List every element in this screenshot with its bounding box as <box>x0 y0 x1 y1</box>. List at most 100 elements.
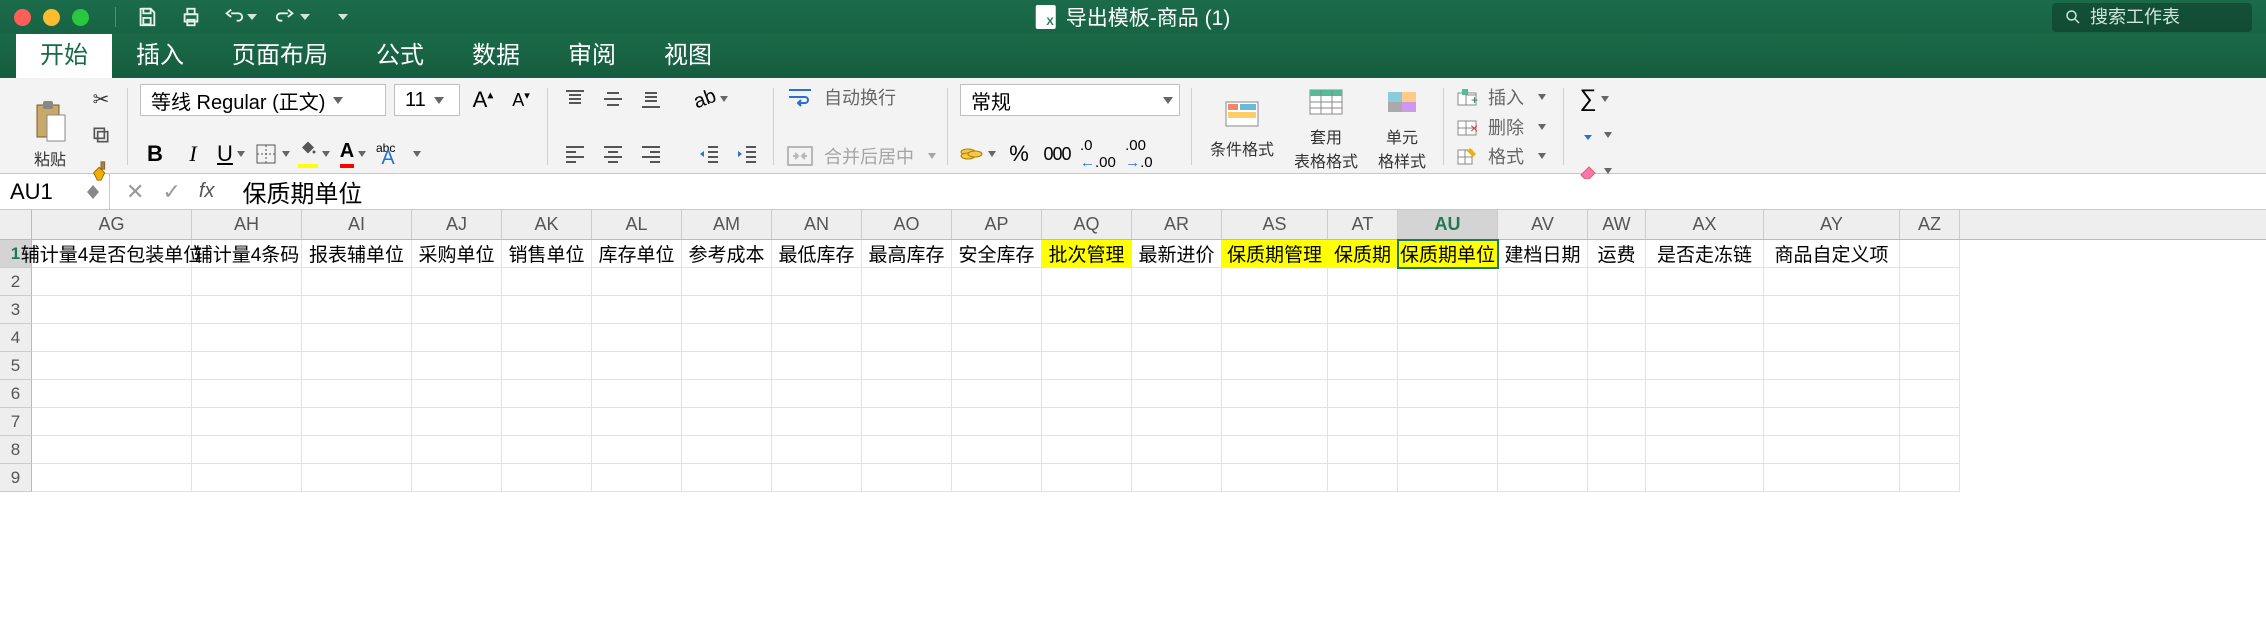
cell[interactable]: 报表辅单位 <box>302 240 412 268</box>
cell[interactable] <box>1222 324 1328 352</box>
cell[interactable] <box>32 296 192 324</box>
cell[interactable]: 最新进价 <box>1132 240 1222 268</box>
cell[interactable] <box>302 324 412 352</box>
undo-button[interactable] <box>222 4 257 30</box>
cell[interactable] <box>1764 324 1900 352</box>
cell[interactable] <box>952 436 1042 464</box>
cell[interactable] <box>1398 352 1498 380</box>
column-header-AS[interactable]: AS <box>1222 210 1328 239</box>
cell[interactable] <box>1646 436 1764 464</box>
column-header-AL[interactable]: AL <box>592 210 682 239</box>
decrease-indent-button[interactable] <box>694 139 724 169</box>
tab-formulas[interactable]: 公式 <box>352 28 448 78</box>
increase-indent-button[interactable] <box>732 139 762 169</box>
cell[interactable] <box>1222 268 1328 296</box>
cell[interactable] <box>1900 464 1960 492</box>
cell[interactable] <box>772 464 862 492</box>
clear-button[interactable] <box>1576 156 1612 186</box>
tab-insert[interactable]: 插入 <box>112 28 208 78</box>
cut-button[interactable]: ✂ <box>86 84 116 114</box>
cell[interactable] <box>1588 296 1646 324</box>
cell[interactable]: 商品自定义项 <box>1764 240 1900 268</box>
cell[interactable] <box>412 296 502 324</box>
cell[interactable]: 建档日期 <box>1498 240 1588 268</box>
cell[interactable] <box>952 296 1042 324</box>
cell[interactable] <box>952 324 1042 352</box>
cell[interactable] <box>502 324 592 352</box>
search-input[interactable] <box>2090 7 2240 28</box>
increase-decimal-button[interactable]: .0←.00 <box>1080 139 1116 169</box>
cell[interactable] <box>682 296 772 324</box>
cell[interactable]: 批次管理 <box>1042 240 1132 268</box>
cell[interactable]: 参考成本 <box>682 240 772 268</box>
cell[interactable] <box>302 380 412 408</box>
cell[interactable] <box>952 352 1042 380</box>
cell[interactable] <box>1900 380 1960 408</box>
orientation-button[interactable]: ab <box>694 84 728 114</box>
column-header-AN[interactable]: AN <box>772 210 862 239</box>
cell[interactable] <box>592 324 682 352</box>
cell[interactable] <box>952 268 1042 296</box>
save-button[interactable] <box>134 4 160 30</box>
tab-layout[interactable]: 页面布局 <box>208 28 352 78</box>
column-header-AP[interactable]: AP <box>952 210 1042 239</box>
cell[interactable] <box>682 268 772 296</box>
wrap-text-button[interactable]: 自动换行 <box>786 84 936 110</box>
name-box-down[interactable] <box>87 192 99 199</box>
cell[interactable] <box>592 464 682 492</box>
cell[interactable] <box>1398 268 1498 296</box>
align-middle-button[interactable] <box>598 84 628 114</box>
cell[interactable] <box>1328 296 1398 324</box>
cell[interactable] <box>1764 408 1900 436</box>
cell[interactable] <box>192 296 302 324</box>
formula-input[interactable]: 保质期单位 <box>230 174 2266 209</box>
cell[interactable] <box>1498 380 1588 408</box>
cell[interactable] <box>1900 352 1960 380</box>
cell[interactable] <box>1764 352 1900 380</box>
cell[interactable] <box>192 352 302 380</box>
cell[interactable] <box>1498 296 1588 324</box>
cell[interactable] <box>682 352 772 380</box>
cell[interactable]: 最低库存 <box>772 240 862 268</box>
cell[interactable] <box>1042 296 1132 324</box>
column-header-AK[interactable]: AK <box>502 210 592 239</box>
redo-button[interactable] <box>275 4 310 30</box>
cell[interactable]: 最高库存 <box>862 240 952 268</box>
cell[interactable] <box>862 324 952 352</box>
select-all-corner[interactable] <box>0 210 32 239</box>
cell[interactable] <box>32 268 192 296</box>
cell[interactable] <box>772 324 862 352</box>
font-name-combo[interactable]: 等线 Regular (正文) <box>140 84 386 116</box>
cell[interactable] <box>682 324 772 352</box>
cell[interactable] <box>1764 268 1900 296</box>
cell[interactable] <box>1646 408 1764 436</box>
cell[interactable] <box>862 352 952 380</box>
cell[interactable] <box>1646 352 1764 380</box>
cell[interactable] <box>592 296 682 324</box>
print-button[interactable] <box>178 4 204 30</box>
cell[interactable] <box>682 464 772 492</box>
cell[interactable]: 销售单位 <box>502 240 592 268</box>
cell[interactable] <box>502 408 592 436</box>
cell[interactable] <box>1398 408 1498 436</box>
table-format-button[interactable]: 套用 表格格式 <box>1288 82 1364 172</box>
cell[interactable] <box>1132 436 1222 464</box>
number-format-combo[interactable]: 常规 <box>960 84 1180 116</box>
cell[interactable] <box>862 436 952 464</box>
underline-button[interactable]: U <box>216 139 246 169</box>
cell[interactable] <box>302 268 412 296</box>
cell[interactable] <box>1222 464 1328 492</box>
cell[interactable] <box>1222 352 1328 380</box>
column-header-AU[interactable]: AU <box>1398 210 1498 239</box>
cell[interactable] <box>1042 380 1132 408</box>
column-header-AT[interactable]: AT <box>1328 210 1398 239</box>
column-header-AH[interactable]: AH <box>192 210 302 239</box>
cell[interactable] <box>682 380 772 408</box>
cell[interactable] <box>192 268 302 296</box>
cell[interactable] <box>1042 268 1132 296</box>
cell[interactable]: 运费 <box>1588 240 1646 268</box>
minimize-window-button[interactable] <box>43 9 60 26</box>
cell[interactable] <box>1764 464 1900 492</box>
cell[interactable] <box>952 408 1042 436</box>
cell[interactable] <box>1042 324 1132 352</box>
